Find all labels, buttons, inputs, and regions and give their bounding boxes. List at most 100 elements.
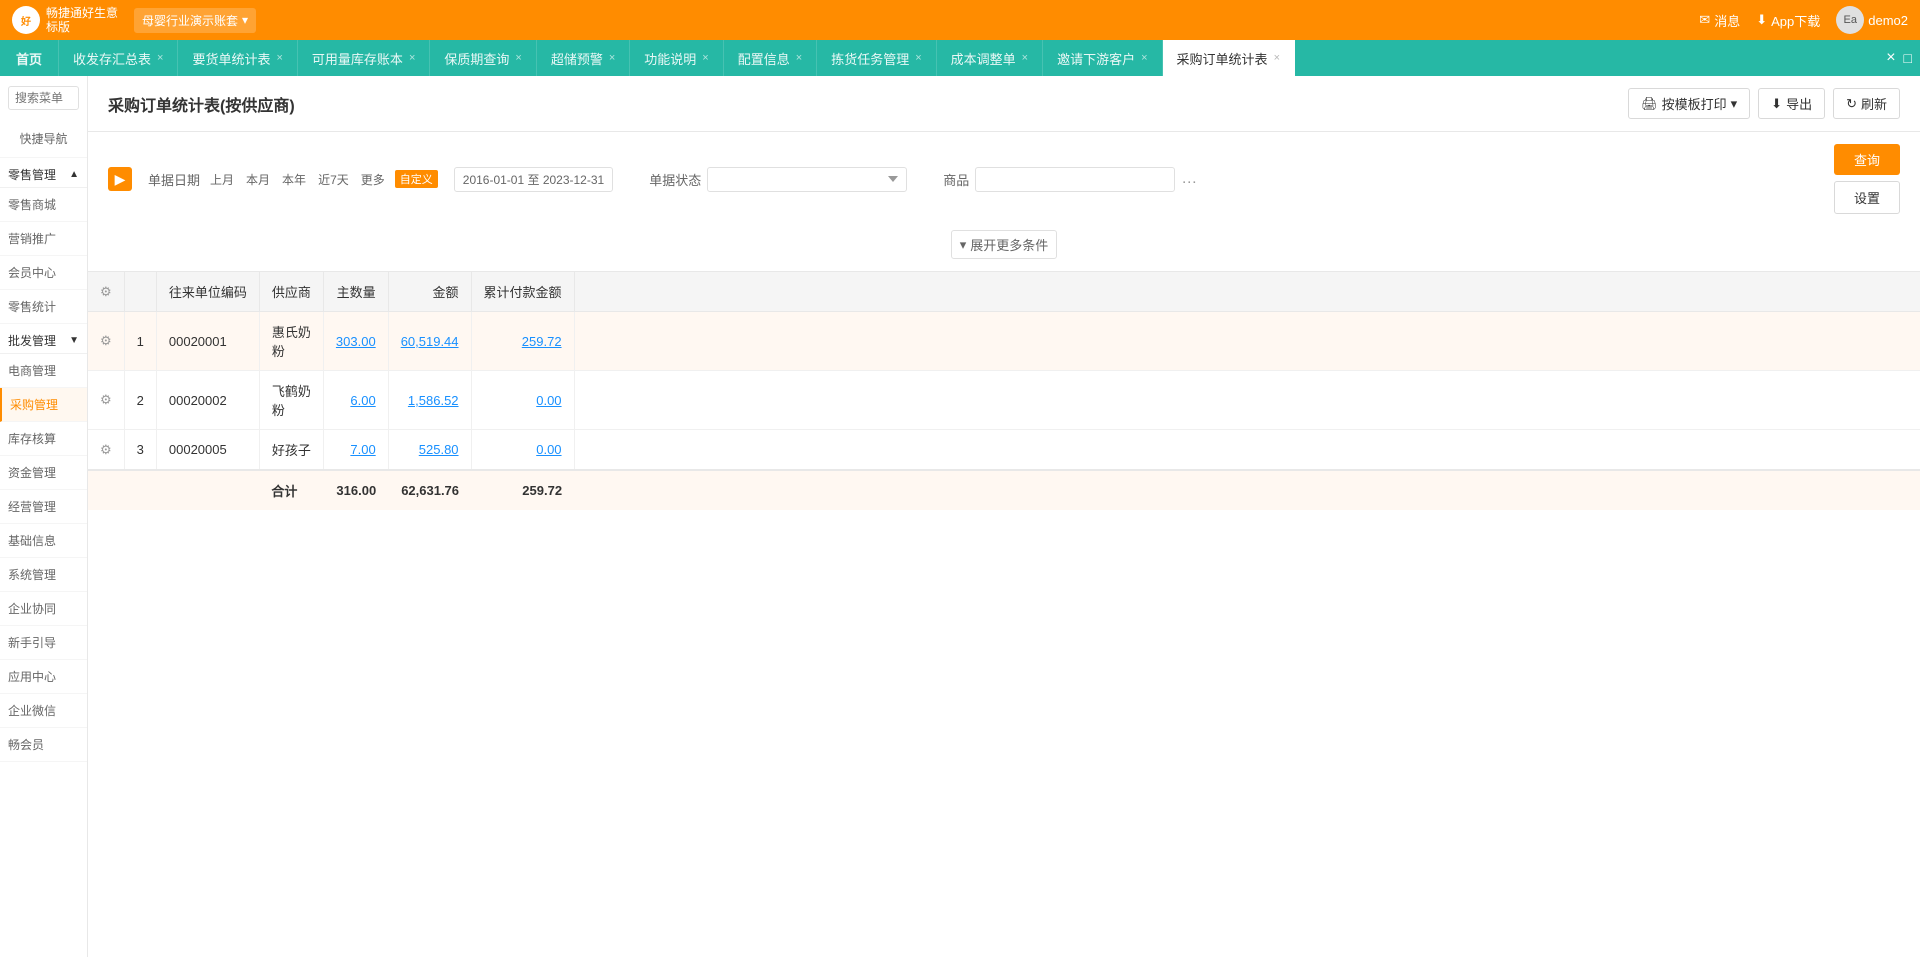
table-row: ⚙ 3 00020005 好孩子 7.00 525.80 0.00 (88, 430, 1920, 471)
custom-date-tag[interactable]: 自定义 (395, 170, 438, 188)
tab-home[interactable]: 首页 (0, 40, 59, 76)
row-qty[interactable]: 7.00 (323, 430, 388, 471)
tab-close-icon[interactable]: × (1141, 52, 1147, 64)
refresh-button[interactable]: ↻ 刷新 (1833, 88, 1900, 119)
row-settings[interactable]: ⚙ (88, 371, 124, 430)
export-button[interactable]: ⬇ 导出 (1758, 88, 1825, 119)
tab-function-desc[interactable]: 功能说明 × (630, 40, 723, 76)
row-amount[interactable]: 1,586.52 (388, 371, 471, 430)
table-row: ⚙ 1 00020001 惠氏奶粉 303.00 60,519.44 259.7… (88, 312, 1920, 371)
sidebar-item-enterprise-wechat[interactable]: 企业微信 (0, 694, 87, 728)
app-download-button[interactable]: ⬇ App下载 (1756, 11, 1820, 30)
tab-overstock-warning[interactable]: 超储预警 × (537, 40, 630, 76)
shortcut-7days[interactable]: 近7天 (314, 170, 353, 189)
row-paid[interactable]: 0.00 (471, 430, 574, 471)
summary-qty: 316.00 (323, 470, 388, 510)
sidebar-item-members[interactable]: 畅会员 (0, 728, 87, 762)
sidebar-item-marketing[interactable]: 营销推广 (0, 222, 87, 256)
sidebar-item-operations-mgmt[interactable]: 经营管理 (0, 490, 87, 524)
sidebar-item-purchase-mgmt[interactable]: 采购管理 (0, 388, 87, 422)
template-print-button[interactable]: 🖨 按模板打印 ▾ (1628, 88, 1750, 119)
sidebar-item-fund-mgmt[interactable]: 资金管理 (0, 456, 87, 490)
tab-pick-task[interactable]: 拣货任务管理 × (817, 40, 936, 76)
date-range-display[interactable]: 2016-01-01 至 2023-12-31 (454, 167, 613, 192)
more-options-icon[interactable]: … (1181, 170, 1197, 188)
row-paid[interactable]: 0.00 (471, 371, 574, 430)
row-paid[interactable]: 259.72 (471, 312, 574, 371)
filter-toggle-button[interactable]: ▶ (108, 167, 132, 191)
filter-goods: 商品 … (943, 167, 1197, 192)
content-area: 采购订单统计表(按供应商) 🖨 按模板打印 ▾ ⬇ 导出 ↻ 刷新 (88, 76, 1920, 957)
nav-tabs: 首页 收发存汇总表 × 要货单统计表 × 可用量库存账本 × 保质期查询 × 超… (0, 40, 1920, 76)
user-avatar[interactable]: Ea demo2 (1836, 6, 1908, 34)
message-button[interactable]: ✉ 消息 (1699, 11, 1740, 30)
sidebar-item-system-mgmt[interactable]: 系统管理 (0, 558, 87, 592)
sidebar-item-retail-mgmt[interactable]: 零售管理 ▲ (0, 158, 87, 188)
chevron-down-icon: ▾ (960, 237, 967, 253)
sidebar-item-inventory-check[interactable]: 库存核算 (0, 422, 87, 456)
tab-close-icon[interactable]: × (609, 52, 615, 64)
row-no: 3 (124, 430, 156, 471)
row-qty[interactable]: 6.00 (323, 371, 388, 430)
sidebar-item-wholesale-mgmt[interactable]: 批发管理 ▼ (0, 324, 87, 354)
sidebar-item-quick-nav[interactable]: 快捷导航 (0, 120, 87, 158)
shortcut-this-year[interactable]: 本年 (278, 170, 310, 189)
query-button[interactable]: 查询 (1834, 144, 1900, 175)
tab-cost-adjust[interactable]: 成本调整单 × (937, 40, 1043, 76)
row-amount[interactable]: 60,519.44 (388, 312, 471, 371)
chevron-icon: ▲ (69, 169, 79, 180)
tab-close-all[interactable]: × (1886, 49, 1895, 67)
goods-input[interactable] (975, 167, 1175, 192)
tab-close-icon[interactable]: × (276, 52, 282, 64)
row-amount[interactable]: 525.80 (388, 430, 471, 471)
sidebar-item-member-center[interactable]: 会员中心 (0, 256, 87, 290)
sidebar-item-ecommerce-mgmt[interactable]: 电商管理 (0, 354, 87, 388)
col-header-settings: ⚙ (88, 272, 124, 312)
tab-close-icon[interactable]: × (915, 52, 921, 64)
row-qty[interactable]: 303.00 (323, 312, 388, 371)
top-bar: 好 畅捷通好生意 标版 母婴行业演示账套 ▾ ✉ 消息 ⬇ App下载 Ea d… (0, 0, 1920, 40)
tab-available-stock[interactable]: 可用量库存账本 × (298, 40, 430, 76)
expand-more-button[interactable]: ▾ 展开更多条件 (951, 230, 1058, 259)
row-settings[interactable]: ⚙ (88, 312, 124, 371)
logo-area: 好 畅捷通好生意 标版 (12, 6, 118, 35)
workspace-selector[interactable]: 母婴行业演示账套 ▾ (134, 8, 256, 33)
tab-close-icon[interactable]: × (409, 52, 415, 64)
summary-row: 合计 316.00 62,631.76 259.72 (88, 470, 1920, 510)
tab-close-icon[interactable]: × (1022, 52, 1028, 64)
tab-goods-stats[interactable]: 要货单统计表 × (178, 40, 297, 76)
tab-restore[interactable]: □ (1904, 50, 1912, 66)
print-icon: 🖨 (1641, 96, 1658, 112)
shortcut-this-month[interactable]: 本月 (242, 170, 274, 189)
filter-area: ▶ 单据日期 上月 本月 本年 近7天 更多 自定义 2016-01-01 至 … (88, 132, 1920, 272)
shortcut-more[interactable]: 更多 (357, 170, 389, 189)
tab-close-icon[interactable]: × (702, 52, 708, 64)
logo-icon: 好 (12, 6, 40, 34)
settings-button[interactable]: 设置 (1834, 181, 1900, 214)
sidebar-item-basic-info[interactable]: 基础信息 (0, 524, 87, 558)
sidebar-item-retail-store[interactable]: 零售商城 (0, 188, 87, 222)
tab-close-icon[interactable]: × (796, 52, 802, 64)
sidebar-item-retail-stats[interactable]: 零售统计 (0, 290, 87, 324)
sidebar-item-enterprise-collab[interactable]: 企业协同 (0, 592, 87, 626)
tab-invite-downstream[interactable]: 邀请下游客户 × (1043, 40, 1162, 76)
tab-config-info[interactable]: 配置信息 × (724, 40, 817, 76)
tab-actions: × □ (1878, 49, 1920, 67)
date-shortcuts: 上月 本月 本年 近7天 更多 (206, 170, 389, 189)
row-settings[interactable]: ⚙ (88, 430, 124, 471)
refresh-icon: ↻ (1846, 96, 1857, 112)
settings-icon[interactable]: ⚙ (100, 284, 112, 299)
tab-close-icon[interactable]: × (515, 52, 521, 64)
status-select[interactable] (707, 167, 907, 192)
chevron-icon: ▼ (69, 335, 79, 346)
date-filter-label: 单据日期 (148, 170, 200, 189)
tab-receive-summary[interactable]: 收发存汇总表 × (59, 40, 178, 76)
tab-close-icon[interactable]: × (157, 52, 163, 64)
sidebar-item-new-guide[interactable]: 新手引导 (0, 626, 87, 660)
tab-purchase-stats[interactable]: 采购订单统计表 × (1163, 40, 1295, 76)
tab-warranty[interactable]: 保质期查询 × (430, 40, 536, 76)
shortcut-last-month[interactable]: 上月 (206, 170, 238, 189)
search-input[interactable] (8, 86, 79, 110)
tab-close-icon[interactable]: × (1274, 52, 1280, 64)
sidebar-item-app-center[interactable]: 应用中心 (0, 660, 87, 694)
